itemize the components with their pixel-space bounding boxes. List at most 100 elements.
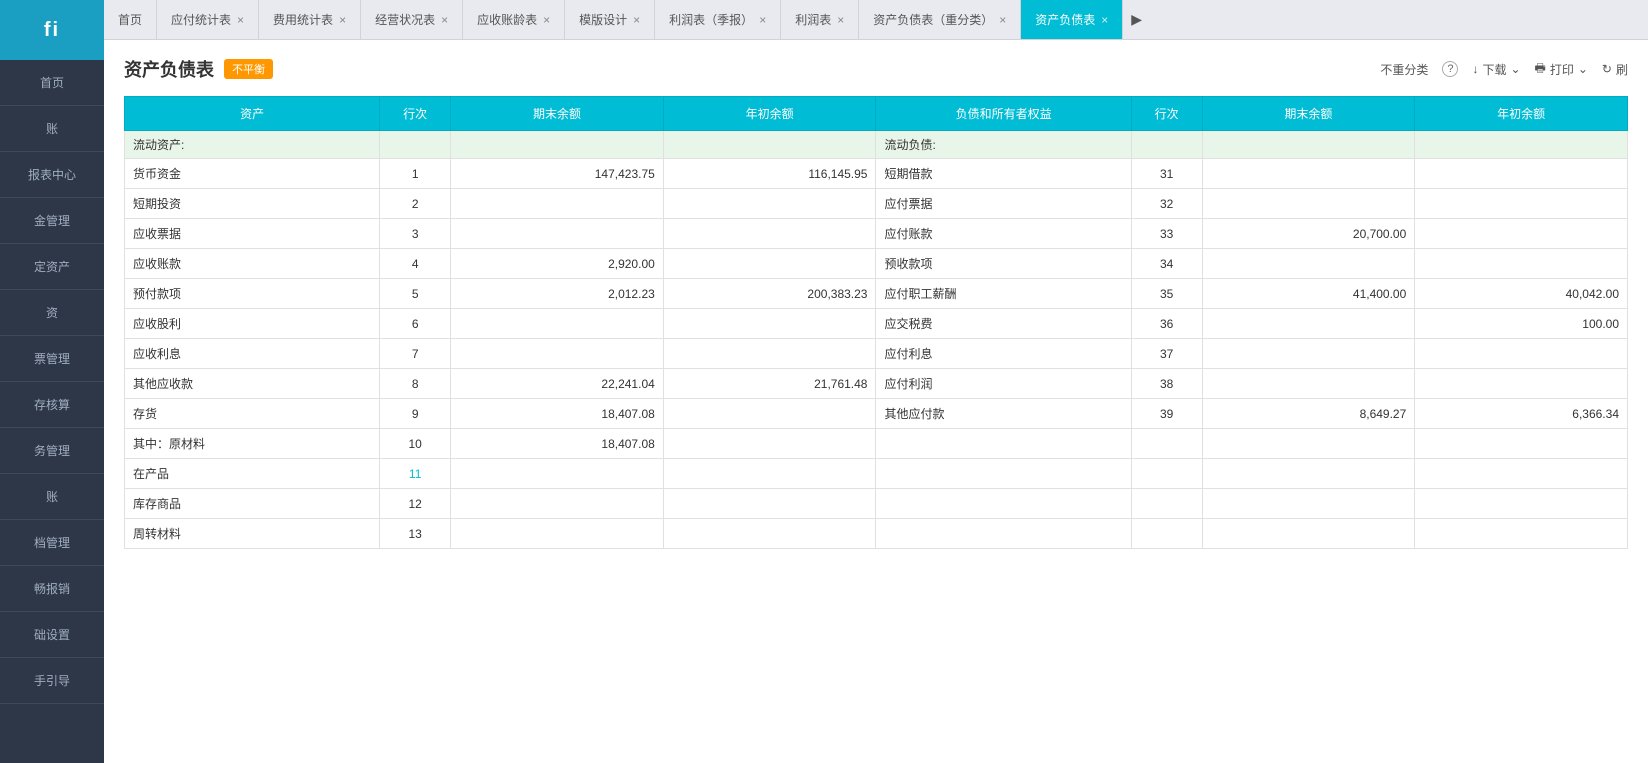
left-name-5[interactable]: 应收股利 (125, 309, 380, 339)
right-end-0[interactable] (1202, 159, 1415, 189)
right-start-7[interactable] (1415, 369, 1628, 399)
left-name-2[interactable]: 应收票据 (125, 219, 380, 249)
left-name-8[interactable]: 存货 (125, 399, 380, 429)
sidebar-item-settings[interactable]: 础设置 (0, 612, 104, 658)
left-end-7[interactable]: 22,241.04 (451, 369, 664, 399)
sidebar-item-home[interactable]: 首页 (0, 60, 104, 106)
right-name-4[interactable]: 应付职工薪酬 (876, 279, 1131, 309)
left-start-0[interactable]: 116,145.95 (663, 159, 876, 189)
right-start-6[interactable] (1415, 339, 1628, 369)
tab-close-balance-sheet[interactable]: × (1101, 14, 1108, 26)
left-end-4[interactable]: 2,012.23 (451, 279, 664, 309)
right-start-3[interactable] (1415, 249, 1628, 279)
tab-close-profit[interactable]: × (837, 14, 844, 26)
left-end-8[interactable]: 18,407.08 (451, 399, 664, 429)
left-end-12[interactable] (451, 519, 664, 549)
tab-profit[interactable]: 利润表 × (781, 0, 859, 40)
right-end-8[interactable]: 8,649.27 (1202, 399, 1415, 429)
refresh-button[interactable]: ↻ 刷 (1602, 61, 1628, 78)
left-start-9[interactable] (663, 429, 876, 459)
tab-close-template-design[interactable]: × (633, 14, 640, 26)
sidebar-item-invoice[interactable]: 票管理 (0, 336, 104, 382)
tab-close-expense-stats[interactable]: × (339, 14, 346, 26)
tab-expense-stats[interactable]: 费用统计表 × (259, 0, 361, 40)
tab-close-business-status[interactable]: × (441, 14, 448, 26)
help-icon[interactable]: ? (1442, 61, 1458, 77)
left-start-7[interactable]: 21,761.48 (663, 369, 876, 399)
left-name-10[interactable]: 在产品 (125, 459, 380, 489)
right-start-8[interactable]: 6,366.34 (1415, 399, 1628, 429)
left-end-11[interactable] (451, 489, 664, 519)
left-end-3[interactable]: 2,920.00 (451, 249, 664, 279)
sidebar-item-account[interactable]: 账 (0, 106, 104, 152)
tab-close-payable-stats[interactable]: × (237, 14, 244, 26)
right-end-1[interactable] (1202, 189, 1415, 219)
right-name-7[interactable]: 应付利润 (876, 369, 1131, 399)
print-button[interactable]: 🖶 打印 ⌄ (1535, 59, 1588, 80)
sidebar-item-guide[interactable]: 手引导 (0, 658, 104, 704)
left-start-12[interactable] (663, 519, 876, 549)
right-name-5[interactable]: 应交税费 (876, 309, 1131, 339)
sidebar-item-report-center[interactable]: 报表中心 (0, 152, 104, 198)
right-start-1[interactable] (1415, 189, 1628, 219)
right-name-3[interactable]: 预收款项 (876, 249, 1131, 279)
left-name-12[interactable]: 周转材料 (125, 519, 380, 549)
tab-close-receivable-aging[interactable]: × (543, 14, 550, 26)
left-end-6[interactable] (451, 339, 664, 369)
right-end-4[interactable]: 41,400.00 (1202, 279, 1415, 309)
tab-close-balance-reclassified[interactable]: × (999, 14, 1006, 26)
left-start-3[interactable] (663, 249, 876, 279)
sidebar-item-capital[interactable]: 资 (0, 290, 104, 336)
download-button[interactable]: ↓ 下载 ⌄ (1472, 61, 1520, 78)
right-start-5[interactable]: 100.00 (1415, 309, 1628, 339)
right-name-1[interactable]: 应付票据 (876, 189, 1131, 219)
left-name-11[interactable]: 库存商品 (125, 489, 380, 519)
right-name-6[interactable]: 应付利息 (876, 339, 1131, 369)
left-name-3[interactable]: 应收账款 (125, 249, 380, 279)
tab-business-status[interactable]: 经营状况表 × (361, 0, 463, 40)
left-name-1[interactable]: 短期投资 (125, 189, 380, 219)
left-name-9[interactable]: 其中：原材料 (125, 429, 380, 459)
left-start-4[interactable]: 200,383.23 (663, 279, 876, 309)
left-end-5[interactable] (451, 309, 664, 339)
left-end-0[interactable]: 147,423.75 (451, 159, 664, 189)
sidebar-item-archive[interactable]: 档管理 (0, 520, 104, 566)
left-start-6[interactable] (663, 339, 876, 369)
left-end-2[interactable] (451, 219, 664, 249)
right-start-4[interactable]: 40,042.00 (1415, 279, 1628, 309)
right-end-2[interactable]: 20,700.00 (1202, 219, 1415, 249)
right-end-6[interactable] (1202, 339, 1415, 369)
sidebar-item-affairs[interactable]: 务管理 (0, 428, 104, 474)
left-start-10[interactable] (663, 459, 876, 489)
left-start-5[interactable] (663, 309, 876, 339)
right-end-5[interactable] (1202, 309, 1415, 339)
left-start-11[interactable] (663, 489, 876, 519)
left-end-9[interactable]: 18,407.08 (451, 429, 664, 459)
sidebar-item-fixed-assets[interactable]: 定资产 (0, 244, 104, 290)
left-start-2[interactable] (663, 219, 876, 249)
tab-template-design[interactable]: 模版设计 × (565, 0, 655, 40)
right-start-0[interactable] (1415, 159, 1628, 189)
sidebar-item-expense[interactable]: 畅报销 (0, 566, 104, 612)
sidebar-item-ledger[interactable]: 账 (0, 474, 104, 520)
tab-payable-stats[interactable]: 应付统计表 × (157, 0, 259, 40)
left-end-10[interactable] (451, 459, 664, 489)
sidebar-item-inventory[interactable]: 存核算 (0, 382, 104, 428)
right-end-3[interactable] (1202, 249, 1415, 279)
left-name-6[interactable]: 应收利息 (125, 339, 380, 369)
left-name-4[interactable]: 预付款项 (125, 279, 380, 309)
right-start-2[interactable] (1415, 219, 1628, 249)
left-name-7[interactable]: 其他应收款 (125, 369, 380, 399)
tab-scroll-right[interactable]: ▶ (1123, 11, 1150, 28)
left-end-1[interactable] (451, 189, 664, 219)
tab-profit-quarterly[interactable]: 利润表（季报） × (655, 0, 781, 40)
tab-close-profit-quarterly[interactable]: × (759, 14, 766, 26)
right-name-2[interactable]: 应付账款 (876, 219, 1131, 249)
right-name-8[interactable]: 其他应付款 (876, 399, 1131, 429)
tab-home[interactable]: 首页 (104, 0, 157, 40)
left-name-0[interactable]: 货币资金 (125, 159, 380, 189)
right-end-7[interactable] (1202, 369, 1415, 399)
right-name-0[interactable]: 短期借款 (876, 159, 1131, 189)
tab-balance-sheet[interactable]: 资产负债表 × (1021, 0, 1123, 40)
left-start-8[interactable] (663, 399, 876, 429)
